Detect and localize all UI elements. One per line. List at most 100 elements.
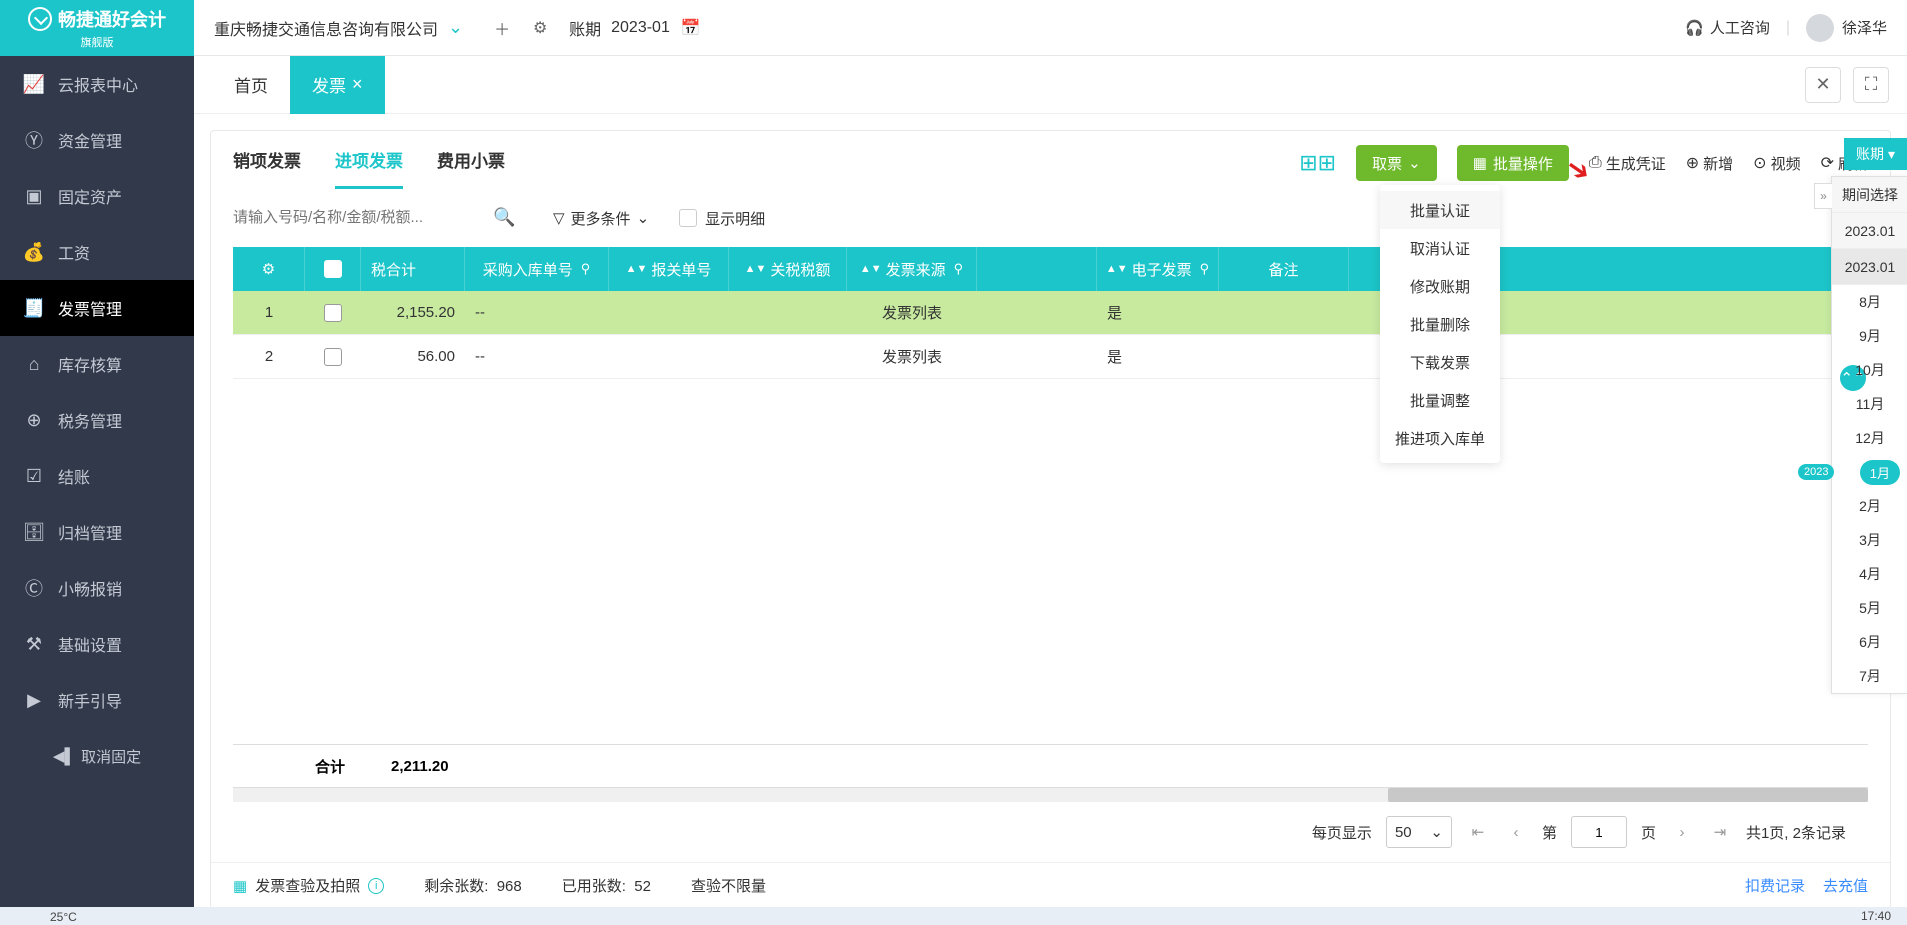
company-selector[interactable]: 重庆畅捷交通信息咨询有限公司 ⌄ (194, 16, 483, 40)
month-8[interactable]: 8月 (1832, 285, 1907, 319)
per-page-select[interactable]: 50 ⌄ (1386, 816, 1452, 848)
th-source[interactable]: ▲▼发票来源⚲ (847, 247, 977, 291)
month-12[interactable]: 12月 (1832, 421, 1907, 455)
page-prev[interactable]: ‹ (1504, 820, 1528, 844)
sidebar-item-stock[interactable]: ⌂库存核算 (0, 336, 194, 392)
page-input[interactable] (1571, 816, 1627, 848)
table-row[interactable]: 1 2,155.20 -- 发票列表 是 ⎘ 🗑 (233, 291, 1868, 335)
table-row[interactable]: 2 56.00 -- 发票列表 是 ⎘ 🗑 (233, 335, 1868, 379)
th-po[interactable]: 采购入库单号⚲ (465, 247, 609, 291)
grid-icon: ▦ (1473, 154, 1487, 172)
sidebar-item-invoice[interactable]: 🧾发票管理 (0, 280, 194, 336)
brand-logo-icon (28, 7, 52, 31)
month-4[interactable]: 4月 (1832, 557, 1907, 591)
add-button[interactable]: ⊕新增 (1686, 153, 1733, 174)
th-decl[interactable]: ▲▼报关单号 (609, 247, 729, 291)
td-checkbox[interactable] (305, 291, 361, 334)
month-6[interactable]: 6月 (1832, 625, 1907, 659)
th-tax-total[interactable]: 税合计 (361, 247, 465, 291)
consult-link[interactable]: 🎧 人工咨询 (1685, 17, 1770, 38)
th-label: 电子发票 (1132, 259, 1192, 280)
show-detail-label: 显示明细 (705, 208, 765, 229)
close-all-button[interactable]: ✕ (1805, 67, 1841, 103)
fullscreen-button[interactable]: ⛶ (1853, 67, 1889, 103)
show-detail-checkbox[interactable]: 显示明细 (679, 208, 765, 229)
page-suffix: 页 (1641, 822, 1656, 843)
scroll-down-icon[interactable]: ⌄ (1858, 661, 1884, 687)
search-input[interactable] (233, 203, 483, 232)
video-button[interactable]: ⊙视频 (1753, 153, 1800, 174)
th-remark[interactable]: 备注 (1219, 247, 1349, 291)
calendar-icon[interactable]: 📅 (680, 17, 702, 39)
sidebar-item-report[interactable]: 📈云报表中心 (0, 56, 194, 112)
sidebar-item-salary[interactable]: 💰工资 (0, 224, 194, 280)
period-button[interactable]: 账期 ▾ (1844, 138, 1907, 170)
sidebar-item-close[interactable]: ☑结账 (0, 448, 194, 504)
subtab-expense[interactable]: 费用小票 (437, 147, 505, 189)
scrollbar-thumb[interactable] (1388, 788, 1868, 802)
page-next[interactable]: › (1670, 820, 1694, 844)
sidebar-item-funds[interactable]: Ⓨ资金管理 (0, 112, 194, 168)
table: ⚙ 税合计 采购入库单号⚲ ▲▼报关单号 ▲▼关税税额 ▲▼发票来源⚲ ▲▼电子… (211, 247, 1890, 862)
qrcode-icon[interactable]: ⊞⊞ (1299, 150, 1336, 176)
horizontal-scrollbar[interactable] (233, 788, 1868, 802)
month-3[interactable]: 3月 (1832, 523, 1907, 557)
settings-icon[interactable]: ⚙ (529, 17, 551, 39)
page-first[interactable]: ⇤ (1466, 820, 1490, 844)
sidebar-item-guide[interactable]: ▶新手引导 (0, 672, 194, 728)
year-row[interactable]: 2023.01 (1832, 213, 1907, 249)
sidebar-item-archive[interactable]: 🗄归档管理 (0, 504, 194, 560)
more-conditions[interactable]: ▽ 更多条件 ⌄ (553, 208, 649, 229)
tabs-row: 首页 发票 × ✕ ⛶ (194, 56, 1907, 114)
subtab-purchase[interactable]: 进项发票 (335, 147, 403, 189)
dd-cancel-auth[interactable]: 取消认证 (1380, 229, 1500, 267)
month-5[interactable]: 5月 (1832, 591, 1907, 625)
month-10[interactable]: 10月 (1832, 353, 1907, 387)
chevron-down-icon: ⌄ (448, 17, 463, 38)
th-customs[interactable]: ▲▼关税税额 (729, 247, 847, 291)
th-label: 关税税额 (770, 259, 830, 280)
add-company-button[interactable]: ＋ (491, 17, 513, 39)
sidebar-item-promo[interactable]: Ⓒ小畅报销 (0, 560, 194, 616)
dd-batch-auth[interactable]: 批量认证 (1380, 191, 1500, 229)
th-settings[interactable]: ⚙ (233, 247, 305, 291)
voucher-button[interactable]: ⎙生成凭证 (1589, 153, 1666, 174)
th-einvoice[interactable]: ▲▼电子发票⚲ (1097, 247, 1219, 291)
month-9[interactable]: 9月 (1832, 319, 1907, 353)
tab-home[interactable]: 首页 (212, 56, 290, 114)
filter-icon: ⚲ (1200, 261, 1210, 277)
month-11[interactable]: 11月 (1832, 387, 1907, 421)
tab-invoice[interactable]: 发票 × (290, 56, 385, 114)
info-icon[interactable]: i (368, 878, 384, 894)
dd-download[interactable]: 下载发票 (1380, 343, 1500, 381)
th-label: 税合计 (371, 259, 416, 280)
dd-batch-adjust[interactable]: 批量调整 (1380, 381, 1500, 419)
page-last[interactable]: ⇥ (1708, 820, 1732, 844)
subtab-sales[interactable]: 销项发票 (233, 147, 301, 189)
month-1-current[interactable]: 2023 1月 (1832, 455, 1907, 489)
brand-edition: 旗舰版 (81, 34, 114, 50)
month-2[interactable]: 2月 (1832, 489, 1907, 523)
td-einvoice: 是 (1097, 291, 1219, 334)
batch-button[interactable]: ▦ 批量操作 (1457, 145, 1569, 181)
user-menu[interactable]: 徐泽华 (1806, 14, 1887, 42)
dd-batch-delete[interactable]: 批量删除 (1380, 305, 1500, 343)
sidebar-item-tax[interactable]: ⊕税务管理 (0, 392, 194, 448)
stock-icon: ⌂ (24, 354, 44, 374)
fee-log-link[interactable]: 扣费记录 (1745, 875, 1805, 896)
sidebar-item-setting[interactable]: ⚒基础设置 (0, 616, 194, 672)
th-checkbox[interactable] (305, 247, 361, 291)
page-prefix: 第 (1542, 822, 1557, 843)
sidebar-item-label: 新手引导 (58, 688, 122, 712)
dd-push-in[interactable]: 推进项入库单 (1380, 419, 1500, 457)
recharge-link[interactable]: 去充值 (1823, 875, 1868, 896)
search-icon[interactable]: 🔍 (493, 207, 515, 228)
close-icon[interactable]: × (352, 74, 363, 95)
td-checkbox[interactable] (305, 335, 361, 378)
dd-change-period[interactable]: 修改账期 (1380, 267, 1500, 305)
panel-collapse-toggle[interactable]: » (1814, 183, 1832, 209)
fetch-button[interactable]: 取票 ⌄ (1356, 145, 1437, 181)
year-row[interactable]: 2023.01 (1832, 249, 1907, 285)
sidebar-item-assets[interactable]: ▣固定资产 (0, 168, 194, 224)
sidebar-unfix[interactable]: ◀▌取消固定 (0, 728, 194, 784)
